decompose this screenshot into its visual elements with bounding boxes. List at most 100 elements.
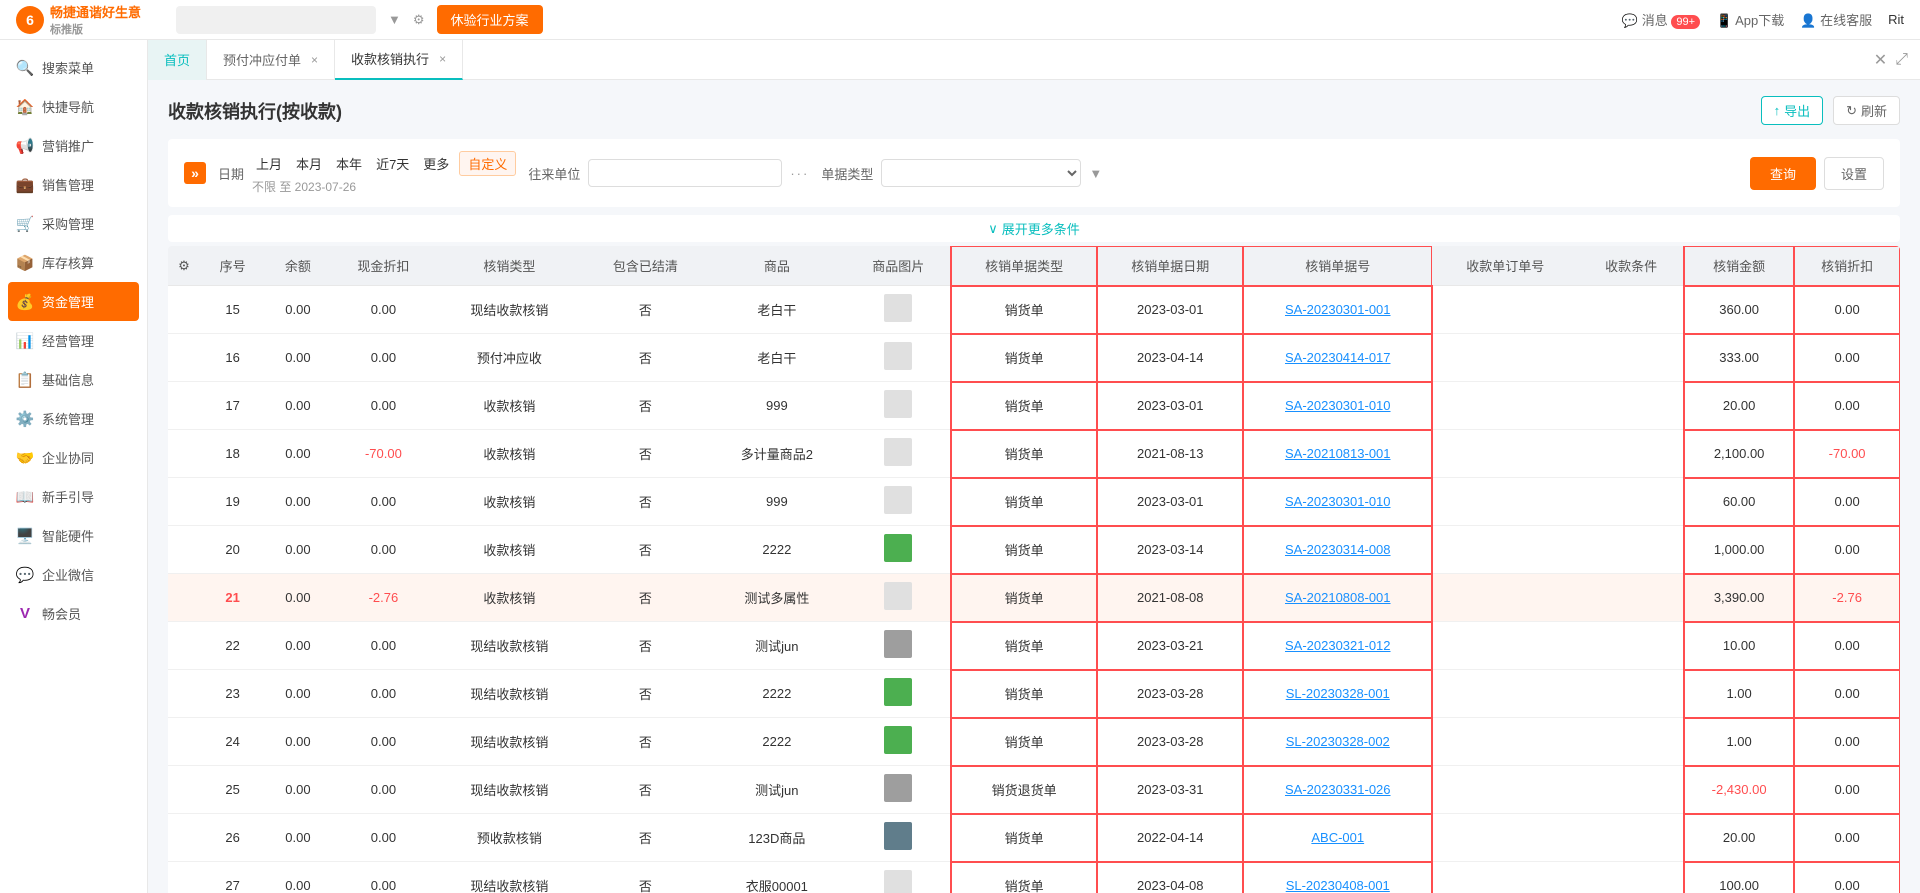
counterpart-label: 往来单位 — [528, 164, 580, 183]
sidebar-item-capital[interactable]: 💰 资金管理 — [8, 282, 139, 321]
cell-receipt-condition — [1578, 286, 1684, 334]
sidebar-item-business[interactable]: 📊 经营管理 — [0, 321, 147, 360]
sidebar-item-label: 系统管理 — [42, 409, 94, 428]
date-btn-this-year[interactable]: 本年 — [332, 152, 366, 175]
cell-balance: 0.00 — [265, 286, 330, 334]
sidebar-item-search-menu[interactable]: 🔍 搜索菜单 — [0, 48, 147, 87]
cell-gear[interactable] — [168, 334, 200, 382]
cell-bill-type: 销货单 — [951, 574, 1097, 622]
sidebar-item-marketing[interactable]: 📢 营销推广 — [0, 126, 147, 165]
cell-write-off-amount: 60.00 — [1684, 478, 1794, 526]
cell-gear[interactable] — [168, 670, 200, 718]
cell-goods-img — [845, 766, 951, 814]
cell-gear[interactable] — [168, 814, 200, 862]
filter-expand-btn[interactable]: » — [184, 162, 206, 184]
layout: 🔍 搜索菜单 🏠 快捷导航 📢 营销推广 💼 销售管理 🛒 采购管理 📦 库存核… — [0, 40, 1920, 893]
message-area[interactable]: 💬 消息 99+ — [1622, 10, 1700, 29]
cell-write-off-amount: 1.00 — [1684, 718, 1794, 766]
cell-bill-no[interactable]: SA-20230414-017 — [1243, 334, 1432, 382]
cell-bill-type: 销货退货单 — [951, 766, 1097, 814]
cell-bill-no[interactable]: SA-20230301-010 — [1243, 478, 1432, 526]
cell-write-off-discount: 0.00 — [1794, 286, 1900, 334]
tab-maximize[interactable]: ⤢ — [1895, 51, 1908, 69]
cell-gear[interactable] — [168, 622, 200, 670]
export-button[interactable]: ↑ 导出 — [1761, 96, 1824, 125]
cell-bill-no[interactable]: SA-20210808-001 — [1243, 574, 1432, 622]
settings-icon[interactable]: ⚙ — [413, 12, 425, 28]
sidebar-item-enterprise[interactable]: 🤝 企业协同 — [0, 438, 147, 477]
cell-bill-no[interactable]: SA-20230301-001 — [1243, 286, 1432, 334]
basic-icon: 📋 — [16, 371, 34, 389]
tab-close-all[interactable]: ✕ — [1874, 50, 1887, 70]
query-button[interactable]: 查询 — [1750, 157, 1816, 190]
cell-gear[interactable] — [168, 478, 200, 526]
date-custom-btn[interactable]: 自定义 — [459, 151, 516, 176]
sidebar-item-purchase[interactable]: 🛒 采购管理 — [0, 204, 147, 243]
tab-prepay-label: 预付冲应付单 — [223, 50, 301, 69]
app-download[interactable]: 📱 App下载 — [1716, 10, 1784, 29]
cell-receipt-condition — [1578, 766, 1684, 814]
table-row: 26 0.00 0.00 预收款核销 否 123D商品 销货单 2022-04-… — [168, 814, 1900, 862]
online-service[interactable]: 👤 在线客服 — [1800, 10, 1872, 29]
refresh-button[interactable]: ↻ 刷新 — [1833, 96, 1900, 125]
tab-receipt-exec[interactable]: 收款核销执行 × — [335, 40, 463, 80]
cell-gear[interactable] — [168, 526, 200, 574]
tab-home[interactable]: 首页 — [148, 40, 207, 80]
sidebar-item-member[interactable]: V 畅会员 — [0, 594, 147, 633]
cell-write-off-type: 现结收款核销 — [436, 718, 582, 766]
sidebar-item-basic[interactable]: 📋 基础信息 — [0, 360, 147, 399]
col-gear[interactable]: ⚙ — [168, 246, 200, 286]
cell-write-off-type: 收款核销 — [436, 526, 582, 574]
cell-bill-no[interactable]: SL-20230328-001 — [1243, 670, 1432, 718]
tab-prepay-close[interactable]: × — [311, 53, 318, 67]
voucher-type-filter-group: 单据类型 ▼ — [821, 159, 1102, 187]
industry-btn[interactable]: 休验行业方案 — [437, 5, 543, 34]
cell-balance: 0.00 — [265, 526, 330, 574]
cell-gear[interactable] — [168, 574, 200, 622]
sidebar-item-system[interactable]: ⚙️ 系统管理 — [0, 399, 147, 438]
cell-seq: 20 — [200, 526, 265, 574]
sidebar-item-guide[interactable]: 📖 新手引导 — [0, 477, 147, 516]
cell-bill-no[interactable]: SA-20230314-008 — [1243, 526, 1432, 574]
cell-include-settled: 否 — [582, 814, 708, 862]
cell-goods: 2222 — [708, 670, 845, 718]
cell-gear[interactable] — [168, 766, 200, 814]
settings-button[interactable]: 设置 — [1824, 157, 1884, 190]
enterprise-icon: 🤝 — [16, 449, 34, 467]
date-btn-this-month[interactable]: 本月 — [292, 152, 326, 175]
cell-receipt-order-no — [1432, 334, 1578, 382]
cell-write-off-discount: 0.00 — [1794, 766, 1900, 814]
cell-bill-type: 销货单 — [951, 526, 1097, 574]
cell-bill-no[interactable]: SA-20230321-012 — [1243, 622, 1432, 670]
voucher-type-select[interactable] — [881, 159, 1081, 187]
expand-more-bar[interactable]: ∨ 展开更多条件 — [168, 215, 1900, 242]
cell-cash-discount: 0.00 — [331, 718, 437, 766]
date-btn-7days[interactable]: 近7天 — [372, 152, 413, 175]
tab-receipt-close[interactable]: × — [439, 52, 446, 66]
cell-gear[interactable] — [168, 718, 200, 766]
cell-receipt-condition — [1578, 574, 1684, 622]
cell-bill-no[interactable]: SA-20230301-010 — [1243, 382, 1432, 430]
sidebar-item-smart-hw[interactable]: 🖥️ 智能硬件 — [0, 516, 147, 555]
cell-gear[interactable] — [168, 430, 200, 478]
sidebar-item-label: 采购管理 — [42, 214, 94, 233]
cell-bill-no[interactable]: SA-20230331-026 — [1243, 766, 1432, 814]
table-scroll[interactable]: ⚙ 序号 余额 现金折扣 核销类型 包含已结清 商品 商品图片 核销单据类型 核… — [168, 246, 1900, 893]
cell-bill-no[interactable]: SL-20230328-002 — [1243, 718, 1432, 766]
cell-gear[interactable] — [168, 286, 200, 334]
cell-gear[interactable] — [168, 382, 200, 430]
sidebar-item-wechat[interactable]: 💬 企业微信 — [0, 555, 147, 594]
cell-bill-no[interactable]: SA-20210813-001 — [1243, 430, 1432, 478]
dropdown-icon[interactable]: ▼ — [388, 12, 401, 27]
cell-gear[interactable] — [168, 862, 200, 893]
counterpart-input[interactable] — [588, 159, 782, 187]
date-btn-last-month[interactable]: 上月 — [252, 152, 286, 175]
sidebar-item-quick-nav[interactable]: 🏠 快捷导航 — [0, 87, 147, 126]
tab-prepay[interactable]: 预付冲应付单 × — [207, 40, 335, 80]
sidebar-item-label: 基础信息 — [42, 370, 94, 389]
sidebar-item-sales[interactable]: 💼 销售管理 — [0, 165, 147, 204]
date-btn-more[interactable]: 更多 — [419, 152, 453, 175]
cell-bill-no[interactable]: ABC-001 — [1243, 814, 1432, 862]
cell-bill-no[interactable]: SL-20230408-001 — [1243, 862, 1432, 893]
sidebar-item-inventory[interactable]: 📦 库存核算 — [0, 243, 147, 282]
